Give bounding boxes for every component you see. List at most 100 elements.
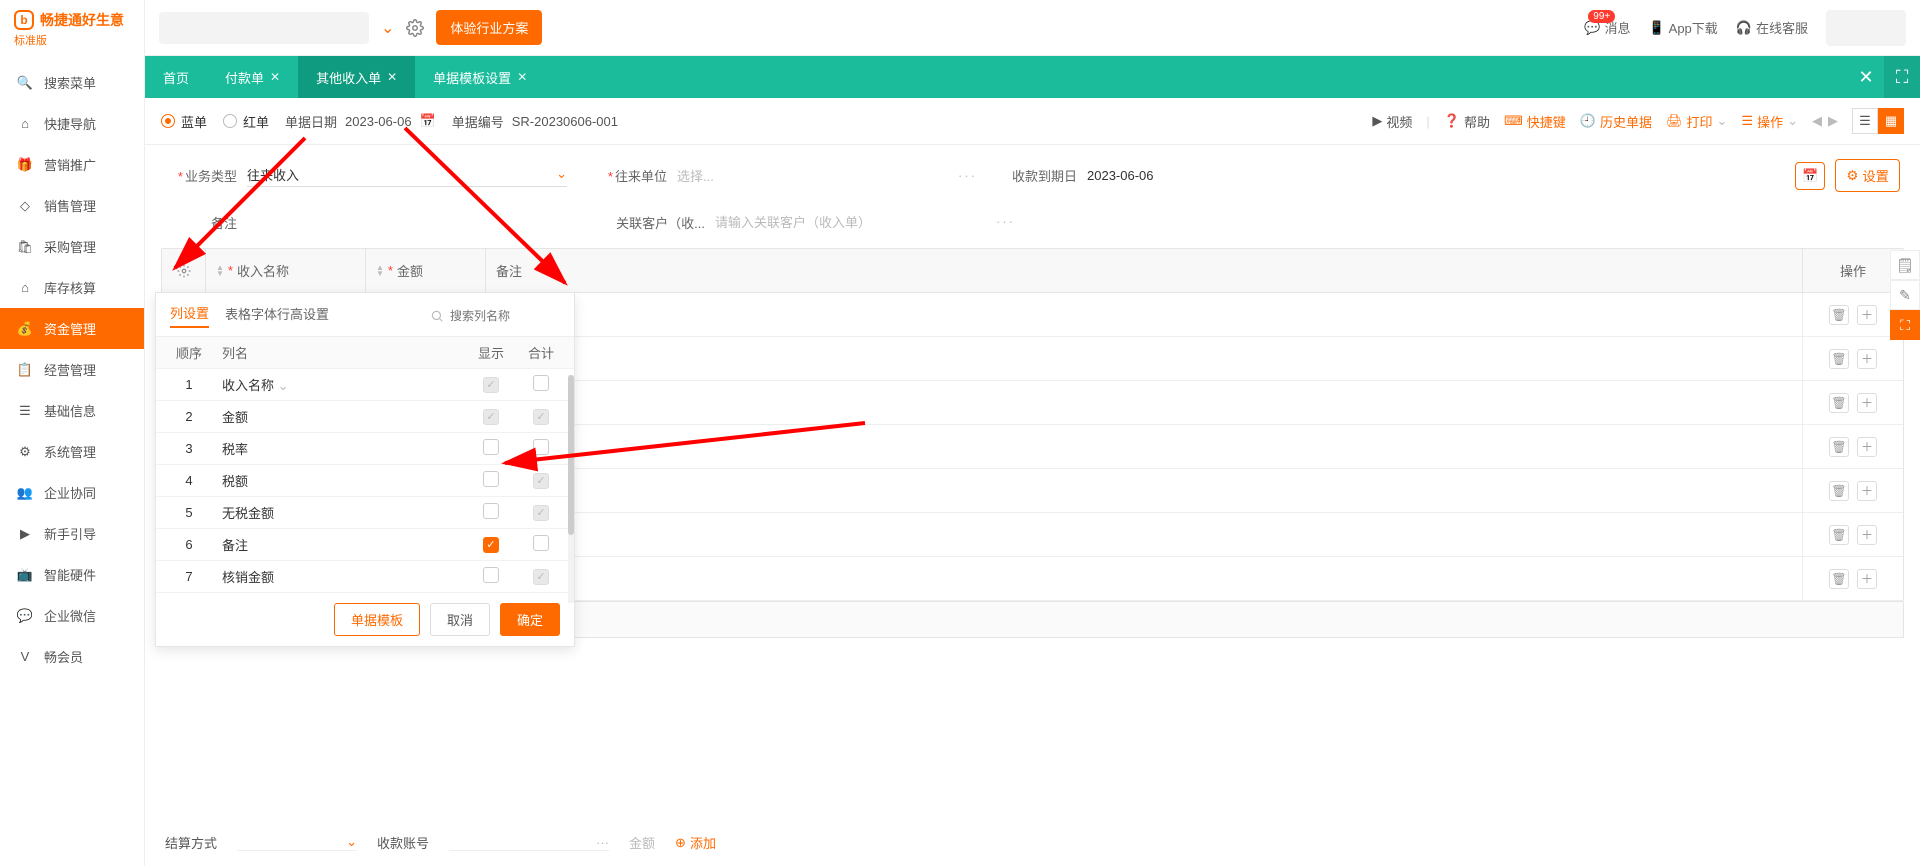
settle-add-button[interactable]: ⊕添加: [675, 833, 716, 852]
next-doc-icon[interactable]: ▶: [1828, 113, 1838, 129]
sidebar-item-2[interactable]: 🎁营销推广: [0, 144, 144, 185]
topbar: ⌄ 体验行业方案 99+ 💬 消息 📱 App下载 🎧 在线客服: [145, 0, 1920, 56]
rel-customer-input[interactable]: 请输入关联客户（收入单） ···: [715, 212, 1015, 232]
company-caret-icon[interactable]: ⌄: [381, 18, 394, 38]
row-add-icon[interactable]: ＋: [1857, 525, 1877, 545]
partner-select[interactable]: 选择... ···: [677, 166, 977, 186]
remark-input[interactable]: [247, 222, 567, 223]
video-link[interactable]: ▶视频: [1372, 112, 1412, 131]
settle-account-select[interactable]: ···: [449, 835, 609, 851]
tab-1[interactable]: 付款单✕: [207, 56, 298, 98]
sidebar-item-12[interactable]: 📺智能硬件: [0, 554, 144, 595]
hotkey-link[interactable]: ⌨快捷键: [1504, 112, 1566, 131]
row-add-icon[interactable]: ＋: [1857, 349, 1877, 369]
pop-cancel-button[interactable]: 取消: [430, 603, 490, 636]
tab-expand-button[interactable]: ⛶: [1884, 56, 1920, 98]
sidebar-item-6[interactable]: 💰资金管理: [0, 308, 144, 349]
row-delete-icon[interactable]: 🗑: [1829, 349, 1849, 369]
row-add-icon[interactable]: ＋: [1857, 393, 1877, 413]
pop-search-input[interactable]: [450, 309, 560, 323]
message-link[interactable]: 99+ 💬 消息: [1584, 18, 1630, 37]
tab-2[interactable]: 其他收入单✕: [298, 56, 415, 98]
row-delete-icon[interactable]: 🗑: [1829, 481, 1849, 501]
calendar-icon[interactable]: 📅: [420, 113, 436, 129]
gear-icon: ⚙: [1846, 168, 1858, 184]
sidebar-item-7[interactable]: 📋经营管理: [0, 349, 144, 390]
row-add-icon[interactable]: ＋: [1857, 569, 1877, 589]
pop-template-button[interactable]: 单据模板: [334, 603, 420, 636]
hardware-icon: 📺: [16, 566, 34, 584]
page-tabs: 首页付款单✕其他收入单✕单据模板设置✕ ✕ ⛶: [145, 56, 1920, 98]
sidebar-item-1[interactable]: ⌂快捷导航: [0, 103, 144, 144]
print-link[interactable]: 🖨打印⌄: [1666, 112, 1727, 131]
pop-row: 7核销金额✓: [156, 561, 574, 593]
view-mode-list[interactable]: ☰: [1852, 108, 1878, 134]
pop-row: 1收入名称 ⌄✓: [156, 369, 574, 401]
help-link[interactable]: ❓帮助: [1444, 112, 1490, 131]
row-delete-icon[interactable]: 🗑: [1829, 305, 1849, 325]
date-value[interactable]: 2023-06-06: [345, 114, 412, 129]
prev-doc-icon[interactable]: ◀: [1812, 113, 1822, 129]
sidebar-item-5[interactable]: ⌂库存核算: [0, 267, 144, 308]
service-link[interactable]: 🎧 在线客服: [1736, 18, 1808, 37]
row-add-icon[interactable]: ＋: [1857, 305, 1877, 325]
tab-close-icon[interactable]: ✕: [517, 70, 527, 84]
sidebar-item-14[interactable]: V畅会员: [0, 636, 144, 677]
user-avatar[interactable]: [1826, 10, 1906, 46]
settle-method-select[interactable]: ⌄: [237, 834, 357, 851]
pop-row: 5无税金额✓: [156, 497, 574, 529]
tab-close-icon[interactable]: ✕: [387, 70, 397, 84]
company-selector[interactable]: [159, 12, 369, 44]
due-date-input[interactable]: 2023-06-06: [1087, 168, 1287, 184]
pop-scrollbar[interactable]: [568, 375, 574, 603]
radio-blue[interactable]: 蓝单: [161, 112, 207, 131]
cta-industry-button[interactable]: 体验行业方案: [436, 10, 542, 45]
radio-red[interactable]: 红单: [223, 112, 269, 131]
row-add-icon[interactable]: ＋: [1857, 481, 1877, 501]
sidebar-item-3[interactable]: ◇销售管理: [0, 185, 144, 226]
history-link[interactable]: 🕘历史单据: [1580, 112, 1652, 131]
sidebar-item-4[interactable]: 🛍采购管理: [0, 226, 144, 267]
view-mode-detail[interactable]: ▦: [1878, 108, 1904, 134]
row-add-icon[interactable]: ＋: [1857, 437, 1877, 457]
sidebar-item-10[interactable]: 👥企业协同: [0, 472, 144, 513]
keyboard-icon: ⌨: [1504, 113, 1523, 129]
float-edit-button[interactable]: ✎: [1890, 280, 1920, 310]
header-income[interactable]: ▲▼ *收入名称: [206, 249, 366, 292]
tab-3[interactable]: 单据模板设置✕: [415, 56, 545, 98]
sidebar-item-11[interactable]: ▶新手引导: [0, 513, 144, 554]
doc-toolbar: 蓝单 红单 单据日期 2023-06-06 📅 单据编号 SR-20230606…: [145, 98, 1920, 145]
tab-close-icon[interactable]: ✕: [270, 70, 280, 84]
header-amount[interactable]: ▲▼ *金额: [366, 249, 486, 292]
calendar-button[interactable]: 📅: [1795, 162, 1825, 190]
tab-0[interactable]: 首页: [145, 56, 207, 98]
search-icon: 🔍: [16, 74, 34, 92]
sidebar-item-9[interactable]: ⚙系统管理: [0, 431, 144, 472]
row-delete-icon[interactable]: 🗑: [1829, 525, 1849, 545]
form-settings-button[interactable]: ⚙设置: [1835, 159, 1900, 192]
operate-link[interactable]: ☰操作⌄: [1741, 112, 1798, 131]
float-expand-button[interactable]: ⛶: [1890, 310, 1920, 340]
sidebar: b 畅捷通好生意 标准版 🔍搜索菜单⌂快捷导航🎁营销推广◇销售管理🛍采购管理⌂库…: [0, 0, 145, 866]
settlement-row: 结算方式 ⌄ 收款账号 ··· 金额 ⊕添加: [145, 819, 1920, 866]
more-icon: ···: [958, 168, 977, 183]
row-delete-icon[interactable]: 🗑: [1829, 393, 1849, 413]
logo-icon: b: [14, 10, 34, 30]
sidebar-item-13[interactable]: 💬企业微信: [0, 595, 144, 636]
header-remark[interactable]: 备注: [486, 249, 1803, 292]
sidebar-item-0[interactable]: 🔍搜索菜单: [0, 62, 144, 103]
settle-amount-label: 金额: [629, 833, 655, 852]
pop-ok-button[interactable]: 确定: [500, 603, 560, 636]
pop-search[interactable]: [430, 309, 560, 323]
sidebar-item-8[interactable]: ☰基础信息: [0, 390, 144, 431]
grid-gear-button[interactable]: [162, 249, 206, 292]
row-delete-icon[interactable]: 🗑: [1829, 437, 1849, 457]
settings-gear-icon[interactable]: [406, 19, 424, 37]
tab-close-button[interactable]: ✕: [1848, 56, 1884, 98]
row-delete-icon[interactable]: 🗑: [1829, 569, 1849, 589]
biz-type-select[interactable]: 往来收入 ⌄: [247, 165, 567, 187]
pop-tab-font[interactable]: 表格字体行高设置: [225, 304, 329, 327]
float-note-button[interactable]: 🗒: [1890, 250, 1920, 280]
app-download-link[interactable]: 📱 App下载: [1648, 18, 1717, 37]
pop-tab-columns[interactable]: 列设置: [170, 303, 209, 328]
